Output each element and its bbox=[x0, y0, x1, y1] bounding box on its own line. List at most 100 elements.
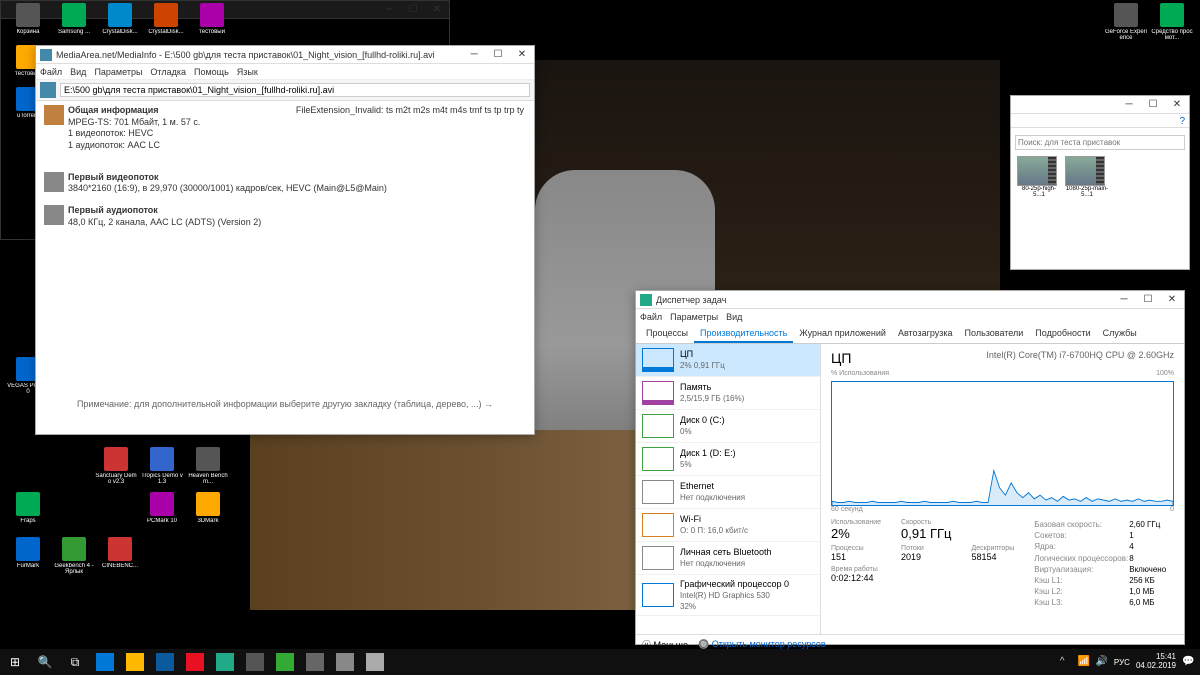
menu-item[interactable]: Параметры bbox=[670, 312, 718, 322]
perf-item[interactable]: Графический процессор 0Intel(R) HD Graph… bbox=[636, 575, 820, 616]
tab[interactable]: Автозагрузка bbox=[892, 325, 959, 343]
maximize-button[interactable]: ☐ bbox=[1136, 291, 1160, 308]
help-icon[interactable]: ? bbox=[1011, 114, 1189, 128]
tab[interactable]: Службы bbox=[1097, 325, 1143, 343]
tray-network-icon[interactable]: 📶 bbox=[1078, 656, 1090, 668]
audio-icon bbox=[44, 205, 64, 225]
perf-item[interactable]: Память2,5/15,9 ГБ (16%) bbox=[636, 377, 820, 410]
desktop-icon[interactable]: Средство просмот... bbox=[1150, 3, 1194, 43]
menu-item[interactable]: Файл bbox=[640, 312, 662, 322]
desktop-icon[interactable]: FurMark bbox=[6, 537, 50, 577]
minimize-button[interactable]: ─ bbox=[462, 46, 486, 63]
file-thumb[interactable]: 80-25p-high-5...1 bbox=[1017, 156, 1061, 206]
perf-item[interactable]: Личная сеть BluetoothНет подключения bbox=[636, 542, 820, 575]
desktop-icon[interactable]: Корзина bbox=[6, 3, 50, 43]
menu-item[interactable]: Язык bbox=[237, 67, 258, 77]
app-icon bbox=[640, 294, 652, 306]
taskbar-app[interactable] bbox=[240, 649, 270, 675]
taskbar-app[interactable] bbox=[210, 649, 240, 675]
taskbar-app[interactable] bbox=[120, 649, 150, 675]
tray-clock[interactable]: 15:41 04.02.2019 bbox=[1136, 653, 1176, 671]
desktop-icon[interactable]: тестовый bbox=[190, 3, 234, 43]
menu-item[interactable]: Вид bbox=[70, 67, 86, 77]
window-title: MediaArea.net/MediaInfo - E:\500 gb\для … bbox=[56, 50, 435, 60]
maximize-button[interactable]: ☐ bbox=[486, 46, 510, 63]
maximize-button[interactable]: ☐ bbox=[1141, 96, 1165, 113]
system-tray[interactable]: ^ 📶 🔊 РУС 15:41 04.02.2019 💬 bbox=[1060, 653, 1200, 671]
desktop-icon[interactable]: Tropics Demo v1.3 bbox=[140, 447, 184, 487]
minimize-button[interactable]: ─ bbox=[1117, 96, 1141, 113]
tray-up-icon[interactable]: ^ bbox=[1060, 656, 1072, 668]
menu-item[interactable]: Отладка bbox=[150, 67, 186, 77]
tab[interactable]: Производительность bbox=[694, 325, 793, 343]
notifications-icon[interactable]: 💬 bbox=[1182, 656, 1194, 668]
menu-item[interactable]: Помощь bbox=[194, 67, 229, 77]
desktop-icon[interactable]: CrystalDisk... bbox=[144, 3, 188, 43]
close-button[interactable]: ✕ bbox=[510, 46, 534, 63]
titlebar[interactable]: MediaArea.net/MediaInfo - E:\500 gb\для … bbox=[36, 46, 534, 64]
search-button[interactable]: 🔍 bbox=[30, 649, 60, 675]
mediainfo-window[interactable]: MediaArea.net/MediaInfo - E:\500 gb\для … bbox=[35, 45, 535, 435]
desktop-icon[interactable]: Sanctuary Demo v2.3 bbox=[94, 447, 138, 487]
close-button[interactable]: ✕ bbox=[1160, 291, 1184, 308]
perf-item[interactable]: Диск 0 (C:)0% bbox=[636, 410, 820, 443]
general-heading: Общая информация bbox=[68, 105, 158, 115]
perf-item[interactable]: EthernetНет подключения bbox=[636, 476, 820, 509]
desktop-icon[interactable]: CINEBENC... bbox=[98, 537, 142, 577]
close-button[interactable]: ✕ bbox=[425, 1, 449, 18]
taskbar-app[interactable] bbox=[300, 649, 330, 675]
search-input[interactable] bbox=[1015, 135, 1185, 150]
taskview-button[interactable]: ⧉ bbox=[60, 649, 90, 675]
desktop-icon[interactable]: CrystalDisk... bbox=[98, 3, 142, 43]
desktop-icon[interactable]: PCMark 10 bbox=[140, 492, 184, 532]
desktop-icons-right: GeForce ExperienceСредство просмот... bbox=[1103, 2, 1195, 44]
perf-list[interactable]: ЦП2% 0,91 ГГцПамять2,5/15,9 ГБ (16%)Диск… bbox=[636, 344, 821, 634]
folder-icon bbox=[40, 82, 56, 98]
tab[interactable]: Подробности bbox=[1029, 325, 1096, 343]
taskbar-app[interactable] bbox=[90, 649, 120, 675]
tab[interactable]: Процессы bbox=[640, 325, 694, 343]
perf-item[interactable]: Диск 1 (D: E:)5% bbox=[636, 443, 820, 476]
maximize-button[interactable]: ☐ bbox=[401, 1, 425, 18]
general-icon bbox=[44, 105, 64, 125]
audio-heading: Первый аудиопоток bbox=[68, 205, 158, 215]
desktop-icon[interactable]: Geekbench 4 - Ярлык bbox=[52, 537, 96, 577]
minimize-button[interactable]: ─ bbox=[377, 1, 401, 18]
taskbar-app[interactable] bbox=[180, 649, 210, 675]
start-button[interactable]: ⊞ bbox=[0, 649, 30, 675]
taskmgr-window[interactable]: Диспетчер задач ─ ☐ ✕ Файл Параметры Вид П… bbox=[635, 290, 1185, 645]
video-heading: Первый видеопоток bbox=[68, 172, 159, 182]
titlebar[interactable]: ─ ☐ ✕ bbox=[1011, 96, 1189, 114]
file-path-input[interactable] bbox=[60, 83, 530, 97]
menu-item[interactable]: Вид bbox=[726, 312, 742, 322]
titlebar[interactable]: Диспетчер задач ─ ☐ ✕ bbox=[636, 291, 1184, 309]
tab[interactable]: Журнал приложений bbox=[793, 325, 892, 343]
tab[interactable]: Пользователи bbox=[959, 325, 1030, 343]
taskbar-app[interactable] bbox=[360, 649, 390, 675]
menu-item[interactable]: Параметры bbox=[94, 67, 142, 77]
explorer-window[interactable]: ─ ☐ ✕ ? 80-25p-high-5...11080-25p-main-5… bbox=[1010, 95, 1190, 270]
perf-item[interactable]: Wi-FiО: 0 П: 16,0 кбит/с bbox=[636, 509, 820, 542]
taskbar-app[interactable] bbox=[270, 649, 300, 675]
taskbar-app[interactable] bbox=[150, 649, 180, 675]
desktop-icon[interactable]: Fraps bbox=[6, 492, 50, 532]
minimize-button[interactable]: ─ bbox=[1112, 291, 1136, 308]
mediainfo-body: FileExtension_Invalid: ts m2t m2s m4t m4… bbox=[36, 101, 534, 441]
desktop-icon[interactable]: 3DMark bbox=[186, 492, 230, 532]
cpu-name: Intel(R) Core(TM) i7-6700HQ CPU @ 2.60GH… bbox=[986, 350, 1174, 360]
app-icon bbox=[40, 49, 52, 61]
desktop-icon[interactable]: Samsung ... bbox=[52, 3, 96, 43]
taskbar-app[interactable] bbox=[330, 649, 360, 675]
tabs[interactable]: ПроцессыПроизводительностьЖурнал приложе… bbox=[636, 325, 1184, 344]
menubar[interactable]: Файл Параметры Вид bbox=[636, 309, 1184, 325]
menu-item[interactable]: Файл bbox=[40, 67, 62, 77]
close-button[interactable]: ✕ bbox=[1165, 96, 1189, 113]
desktop-icon[interactable]: Heaven Benchm... bbox=[186, 447, 230, 487]
taskbar[interactable]: ⊞ 🔍 ⧉ ^ 📶 🔊 РУС 15:41 04.02.2019 💬 bbox=[0, 649, 1200, 675]
tray-lang[interactable]: РУС bbox=[1114, 658, 1130, 667]
file-thumb[interactable]: 1080-25p-main-5...1 bbox=[1065, 156, 1109, 206]
perf-item[interactable]: ЦП2% 0,91 ГГц bbox=[636, 344, 820, 377]
desktop-icon[interactable]: GeForce Experience bbox=[1104, 3, 1148, 43]
tray-volume-icon[interactable]: 🔊 bbox=[1096, 656, 1108, 668]
menubar[interactable]: Файл Вид Параметры Отладка Помощь Язык bbox=[36, 64, 534, 80]
